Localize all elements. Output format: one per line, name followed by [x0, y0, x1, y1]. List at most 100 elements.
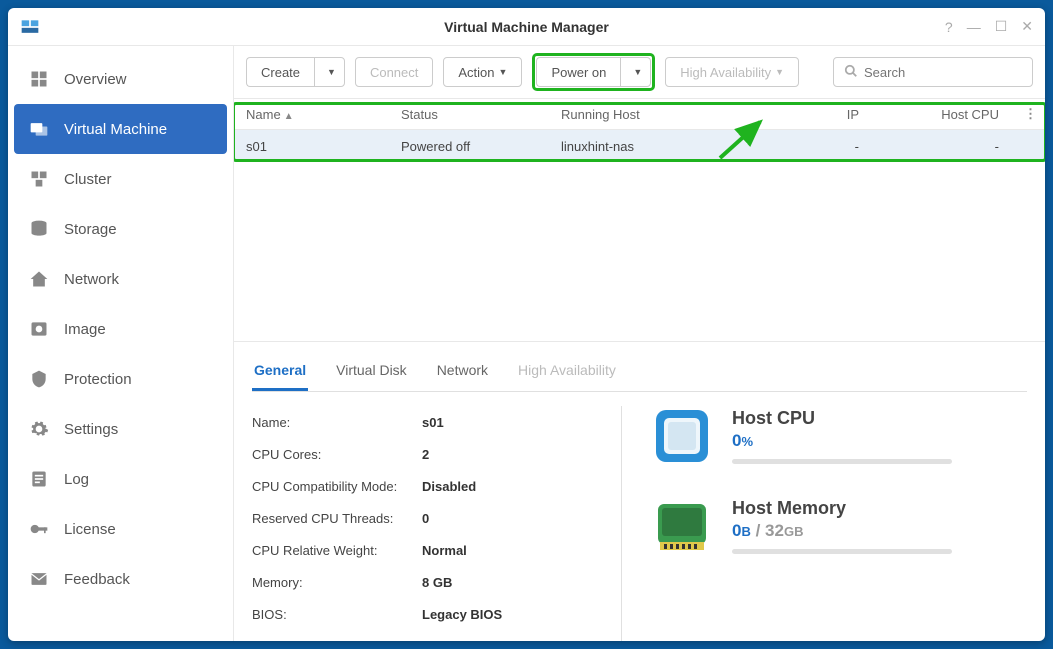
sidebar-item-label: Log — [64, 471, 89, 488]
sidebar-item-label: Network — [64, 271, 119, 288]
create-dropdown[interactable]: ▼ — [314, 57, 345, 87]
cell-host: linuxhint-nas — [561, 139, 711, 154]
prop-value: Legacy BIOS — [422, 607, 502, 622]
chevron-down-icon: ▼ — [775, 67, 784, 77]
search-icon — [844, 64, 858, 81]
cell-ip: - — [711, 139, 859, 154]
minimize-icon[interactable]: — — [967, 19, 981, 35]
column-running-host[interactable]: Running Host — [561, 107, 711, 122]
sort-asc-icon: ▲ — [284, 111, 294, 122]
sidebar-item-label: Image — [64, 321, 106, 338]
sidebar-item-label: Settings — [64, 421, 118, 438]
stats-panel: Host CPU 0% Host Memory — [622, 406, 1027, 641]
column-host-cpu[interactable]: Host CPU — [859, 107, 999, 122]
sidebar-item-settings[interactable]: Settings — [8, 404, 233, 454]
prop-label: Name: — [252, 415, 422, 430]
connect-button[interactable]: Connect — [355, 57, 433, 87]
memory-icon — [652, 496, 712, 556]
power-dropdown[interactable]: ▼ — [620, 57, 651, 87]
create-button[interactable]: Create — [246, 57, 314, 87]
prop-label: CPU Compatibility Mode: — [252, 479, 422, 494]
prop-value: Disabled — [422, 479, 476, 494]
table-header: Name▲ Status Running Host IP Host CPU ⋮ — [234, 98, 1045, 130]
image-icon — [28, 318, 50, 340]
cell-status: Powered off — [401, 139, 561, 154]
network-icon — [28, 268, 50, 290]
cell-cpu: - — [859, 139, 999, 154]
power-on-button[interactable]: Power on — [536, 57, 620, 87]
sidebar-item-label: License — [64, 521, 116, 538]
search-input-wrap[interactable] — [833, 57, 1033, 87]
stat-host-cpu: Host CPU 0% — [652, 406, 1027, 466]
sidebar-item-image[interactable]: Image — [8, 304, 233, 354]
key-icon — [28, 518, 50, 540]
toolbar: Create ▼ Connect Action▼ Power on ▼ High… — [234, 46, 1045, 98]
cpu-icon — [652, 406, 712, 466]
titlebar: Virtual Machine Manager ? — ☐ ✕ — [8, 8, 1045, 46]
search-input[interactable] — [864, 65, 1022, 80]
stat-title: Host Memory — [732, 498, 952, 519]
sidebar-item-label: Cluster — [64, 171, 112, 188]
prop-label: Memory: — [252, 575, 422, 590]
sidebar-item-protection[interactable]: Protection — [8, 354, 233, 404]
prop-value: 0 — [422, 511, 429, 526]
stat-title: Host CPU — [732, 408, 952, 429]
sidebar-item-virtual-machine[interactable]: Virtual Machine — [14, 104, 227, 154]
prop-value: 2 — [422, 447, 429, 462]
sidebar-item-license[interactable]: License — [8, 504, 233, 554]
prop-label: BIOS: — [252, 607, 422, 622]
details-panel: General Virtual Disk Network High Availa… — [234, 341, 1045, 641]
high-availability-button[interactable]: High Availability▼ — [665, 57, 799, 87]
maximize-icon[interactable]: ☐ — [995, 18, 1008, 35]
storage-icon — [28, 218, 50, 240]
properties-list: Name:s01 CPU Cores:2 CPU Compatibility M… — [252, 406, 622, 641]
sidebar-item-overview[interactable]: Overview — [8, 54, 233, 104]
stat-host-memory: Host Memory 0B / 32GB — [652, 496, 1027, 556]
app-window: Virtual Machine Manager ? — ☐ ✕ Overview… — [8, 8, 1045, 641]
column-status[interactable]: Status — [401, 107, 561, 122]
sidebar-item-log[interactable]: Log — [8, 454, 233, 504]
close-icon[interactable]: ✕ — [1021, 18, 1033, 35]
tab-virtual-disk[interactable]: Virtual Disk — [334, 352, 409, 391]
prop-label: Reserved CPU Threads: — [252, 511, 422, 526]
chevron-down-icon: ▼ — [327, 67, 336, 77]
tab-general[interactable]: General — [252, 352, 308, 391]
sidebar-item-network[interactable]: Network — [8, 254, 233, 304]
tab-high-availability[interactable]: High Availability — [516, 352, 618, 391]
prop-value: Normal — [422, 543, 467, 558]
columns-more-icon[interactable]: ⋮ — [1024, 106, 1037, 122]
app-icon — [20, 17, 40, 37]
sidebar-item-feedback[interactable]: Feedback — [8, 554, 233, 604]
details-tabs: General Virtual Disk Network High Availa… — [252, 352, 1027, 392]
cluster-icon — [28, 168, 50, 190]
memory-bar — [732, 549, 952, 554]
window-title: Virtual Machine Manager — [8, 19, 1045, 35]
chevron-down-icon: ▼ — [633, 67, 642, 77]
action-button[interactable]: Action▼ — [443, 57, 522, 87]
column-ip[interactable]: IP — [711, 107, 859, 122]
vm-icon — [28, 118, 50, 140]
prop-value: linuxhint-nas — [422, 639, 503, 642]
sidebar-item-cluster[interactable]: Cluster — [8, 154, 233, 204]
stat-value: 0B / 32GB — [732, 521, 952, 541]
prop-label: Running Host: — [252, 639, 422, 642]
sidebar-item-storage[interactable]: Storage — [8, 204, 233, 254]
sidebar-item-label: Virtual Machine — [64, 121, 167, 138]
cell-name: s01 — [246, 139, 401, 154]
protection-icon — [28, 368, 50, 390]
column-name[interactable]: Name▲ — [246, 107, 401, 122]
gear-icon — [28, 418, 50, 440]
cpu-bar — [732, 459, 952, 464]
prop-label: CPU Cores: — [252, 447, 422, 462]
tab-network[interactable]: Network — [435, 352, 490, 391]
chevron-down-icon: ▼ — [499, 67, 508, 77]
table-row[interactable]: s01 Powered off linuxhint-nas - - — [234, 130, 1045, 162]
sidebar-item-label: Overview — [64, 71, 127, 88]
prop-label: CPU Relative Weight: — [252, 543, 422, 558]
prop-value: 8 GB — [422, 575, 452, 590]
log-icon — [28, 468, 50, 490]
sidebar-item-label: Feedback — [64, 571, 130, 588]
overview-icon — [28, 68, 50, 90]
help-icon[interactable]: ? — [945, 19, 953, 35]
sidebar: Overview Virtual Machine Cluster Storage… — [8, 46, 234, 641]
